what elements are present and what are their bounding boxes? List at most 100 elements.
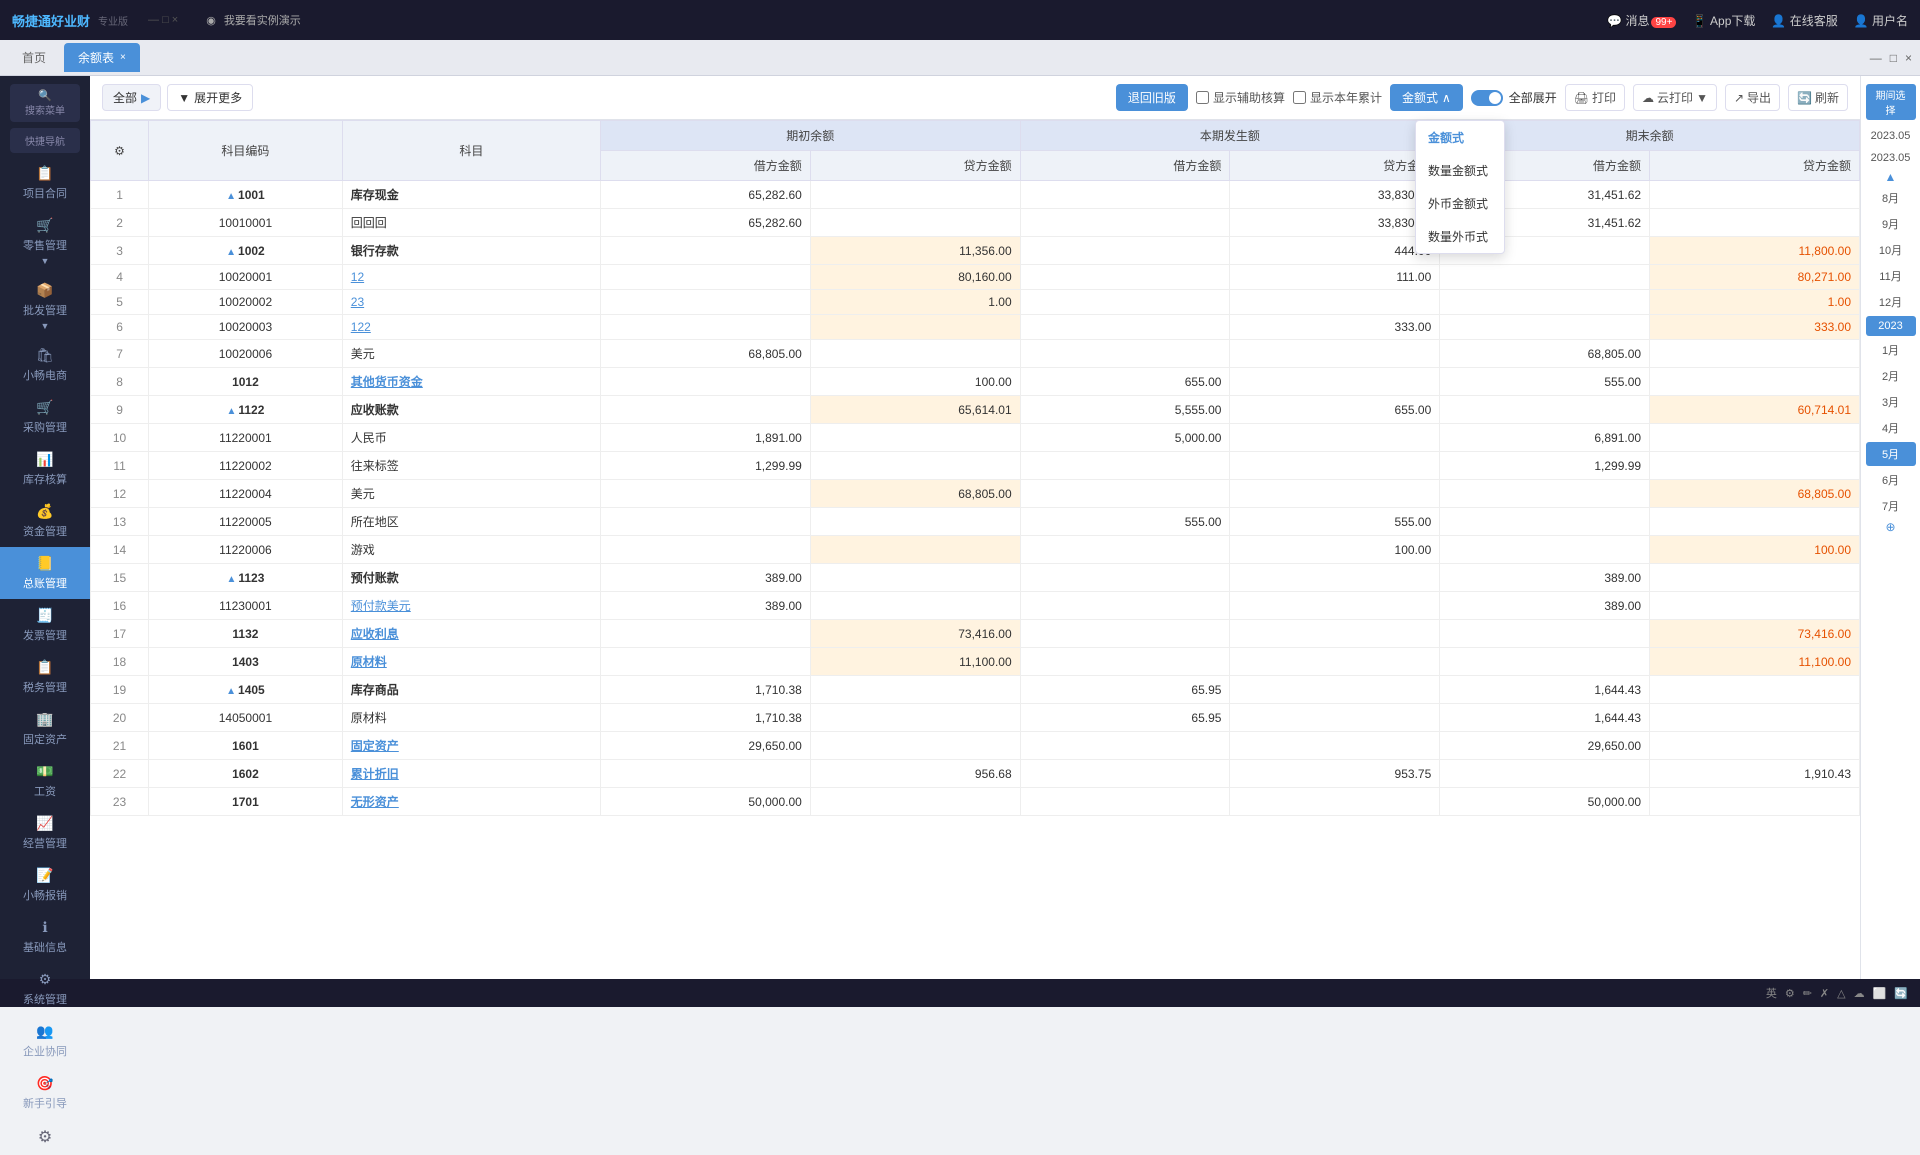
scroll-up-btn[interactable]: ▲	[1866, 170, 1916, 184]
sidebar-item-collab[interactable]: 👥 企业协同	[0, 1015, 90, 1067]
scroll-down-btn[interactable]: ⊕	[1866, 520, 1916, 534]
table-row[interactable]: 9 ▲1122 应收账款 65,614.01 5,555.00 655.00 6…	[91, 396, 1860, 424]
table-row[interactable]: 1 ▲1001 库存现金 65,282.60 33,830.98 31,451.…	[91, 181, 1860, 209]
return-old-btn[interactable]: 退回旧版	[1116, 84, 1188, 111]
sidebar-item-ecommerce[interactable]: 🛍 小畅电商	[0, 339, 90, 391]
cloud-print-btn[interactable]: ☁ 云打印 ▼	[1633, 84, 1717, 111]
sidebar-item-retail[interactable]: 🛒 零售管理 ▼	[0, 209, 90, 274]
yearly-checkbox[interactable]	[1293, 91, 1306, 104]
export-btn[interactable]: ↗ 导出	[1725, 84, 1780, 111]
app-download-btn[interactable]: 📱 App下载	[1692, 12, 1755, 29]
demo-link[interactable]: 我要看实例演示	[224, 12, 301, 28]
table-row[interactable]: 13 11220005 所在地区 555.00 555.00	[91, 508, 1860, 536]
all-filter-btn[interactable]: 全部 ▶	[102, 84, 161, 111]
period-jan[interactable]: 1月	[1866, 338, 1916, 362]
toggle-control[interactable]	[1471, 90, 1503, 106]
period-2023-05-2[interactable]: 2023.05	[1866, 148, 1916, 168]
table-row[interactable]: 21 1601 固定资产 29,650.00 29,650.00	[91, 732, 1860, 760]
bottom-edit-icon[interactable]: ✏	[1803, 987, 1812, 1000]
sidebar-item-system[interactable]: ⚙ 系统管理	[0, 963, 90, 1015]
table-row[interactable]: 2 10010001 回回回 65,282.60 33,830.98 31,45…	[91, 209, 1860, 237]
period-jun[interactable]: 6月	[1866, 468, 1916, 492]
period-jul[interactable]: 7月	[1866, 494, 1916, 518]
period-aug[interactable]: 8月	[1866, 186, 1916, 210]
window-close-btn[interactable]: ×	[1905, 51, 1912, 65]
row-name[interactable]: 23	[342, 290, 600, 315]
row-name[interactable]: 累计折旧	[342, 760, 600, 788]
sidebar-item-inventory[interactable]: 📊 库存核算	[0, 443, 90, 495]
row-name[interactable]: 固定资产	[342, 732, 600, 760]
bottom-refresh-icon[interactable]: 🔄	[1894, 987, 1908, 1000]
row-name[interactable]: 无形资产	[342, 788, 600, 816]
table-row[interactable]: 22 1602 累计折旧 956.68 953.75 1,910.43	[91, 760, 1860, 788]
sidebar-search[interactable]: 🔍 搜索菜单	[10, 84, 80, 122]
dropdown-item-amount[interactable]: 金额式	[1416, 121, 1504, 154]
table-row[interactable]: 4 10020001 12 80,160.00 111.00 80,271.00	[91, 265, 1860, 290]
online-service-btn[interactable]: 👤 在线客服	[1771, 12, 1837, 29]
tab-close-btn[interactable]: ×	[120, 52, 126, 63]
table-row[interactable]: 10 11220001 人民币 1,891.00 5,000.00 6,891.…	[91, 424, 1860, 452]
settings-col-header[interactable]: ⚙	[91, 121, 149, 181]
print-btn[interactable]: 🖨 打印	[1565, 84, 1625, 111]
sidebar-item-guide[interactable]: 🎯 新手引导	[0, 1067, 90, 1119]
row-name[interactable]: 原材料	[342, 648, 600, 676]
table-row[interactable]: 11 11220002 往来标签 1,299.99 1,299.99	[91, 452, 1860, 480]
expand-more-btn[interactable]: ▼ 展开更多	[167, 84, 253, 111]
sidebar-item-funds[interactable]: 💰 资金管理	[0, 495, 90, 547]
period-mar[interactable]: 3月	[1866, 390, 1916, 414]
subsidiary-check[interactable]: 显示辅助核算	[1196, 89, 1285, 106]
sidebar-quick-nav[interactable]: 快捷导航	[10, 128, 80, 153]
window-minimize-btn[interactable]: —	[1870, 51, 1882, 65]
period-nov[interactable]: 11月	[1866, 264, 1916, 288]
yearly-check[interactable]: 显示本年累计	[1293, 89, 1382, 106]
row-name[interactable]: 应收利息	[342, 620, 600, 648]
lang-switcher[interactable]: 英	[1766, 985, 1777, 1001]
table-row[interactable]: 7 10020006 美元 68,805.00 68,805.00	[91, 340, 1860, 368]
sidebar-item-ledger[interactable]: 📒 总账管理	[0, 547, 90, 599]
message-btn[interactable]: 💬 消息99+	[1607, 12, 1676, 29]
sidebar-item-project[interactable]: 📋 项目合同	[0, 157, 90, 209]
sidebar-item-fixed-assets[interactable]: 🏢 固定资产	[0, 703, 90, 755]
sidebar-item-payroll[interactable]: 💵 工资	[0, 755, 90, 807]
sidebar-item-wholesale[interactable]: 📦 批发管理 ▼	[0, 274, 90, 339]
bottom-cloud-icon[interactable]: ☁	[1854, 987, 1865, 1000]
table-row[interactable]: 15 ▲1123 预付账款 389.00 389.00	[91, 564, 1860, 592]
subsidiary-checkbox[interactable]	[1196, 91, 1209, 104]
table-row[interactable]: 8 1012 其他货币资金 100.00 655.00 555.00	[91, 368, 1860, 396]
tab-home[interactable]: 首页	[8, 43, 60, 72]
sidebar-item-purchase[interactable]: 🛒 采购管理	[0, 391, 90, 443]
period-2023-year[interactable]: 2023	[1866, 316, 1916, 336]
period-sep[interactable]: 9月	[1866, 212, 1916, 236]
sidebar-item-tax[interactable]: 📋 税务管理	[0, 651, 90, 703]
refresh-btn[interactable]: 🔄 刷新	[1788, 84, 1848, 111]
bottom-settings-icon[interactable]: ⚙	[1785, 987, 1795, 1000]
period-2023-05-1[interactable]: 2023.05	[1866, 126, 1916, 146]
row-name[interactable]: 其他货币资金	[342, 368, 600, 396]
table-row[interactable]: 6 10020003 122 333.00 333.00	[91, 315, 1860, 340]
period-oct[interactable]: 10月	[1866, 238, 1916, 262]
row-name[interactable]: 预付款美元	[342, 592, 600, 620]
period-apr[interactable]: 4月	[1866, 416, 1916, 440]
table-row[interactable]: 14 11220006 游戏 100.00 100.00	[91, 536, 1860, 564]
settings-icon[interactable]: ⚙	[38, 1129, 52, 1146]
sidebar-item-basic-info[interactable]: ℹ 基础信息	[0, 911, 90, 963]
tab-balance[interactable]: 余额表 ×	[64, 43, 140, 72]
dropdown-item-qty-amount[interactable]: 数量金额式	[1416, 154, 1504, 187]
sidebar-item-invoice[interactable]: 🧾 发票管理	[0, 599, 90, 651]
table-row[interactable]: 5 10020002 23 1.00 1.00	[91, 290, 1860, 315]
expand-all-toggle[interactable]: 全部展开	[1471, 89, 1557, 106]
bottom-fullscreen-icon[interactable]: ⬜	[1873, 987, 1887, 1000]
bottom-close-icon[interactable]: ✗	[1820, 987, 1829, 1000]
table-row[interactable]: 3 ▲1002 银行存款 11,356.00 444.00 11,800.00	[91, 237, 1860, 265]
table-row[interactable]: 18 1403 原材料 11,100.00 11,100.00	[91, 648, 1860, 676]
sidebar-item-expense[interactable]: 📝 小畅报销	[0, 859, 90, 911]
period-dec[interactable]: 12月	[1866, 290, 1916, 314]
period-feb[interactable]: 2月	[1866, 364, 1916, 388]
period-may[interactable]: 5月	[1866, 442, 1916, 466]
table-row[interactable]: 17 1132 应收利息 73,416.00 73,416.00	[91, 620, 1860, 648]
user-avatar[interactable]: 👤 用户名	[1854, 12, 1908, 29]
bottom-alert-icon[interactable]: △	[1837, 987, 1845, 1000]
dropdown-item-foreign-amount[interactable]: 外币金额式	[1416, 187, 1504, 220]
table-row[interactable]: 16 11230001 预付款美元 389.00 389.00	[91, 592, 1860, 620]
table-row[interactable]: 12 11220004 美元 68,805.00 68,805.00	[91, 480, 1860, 508]
